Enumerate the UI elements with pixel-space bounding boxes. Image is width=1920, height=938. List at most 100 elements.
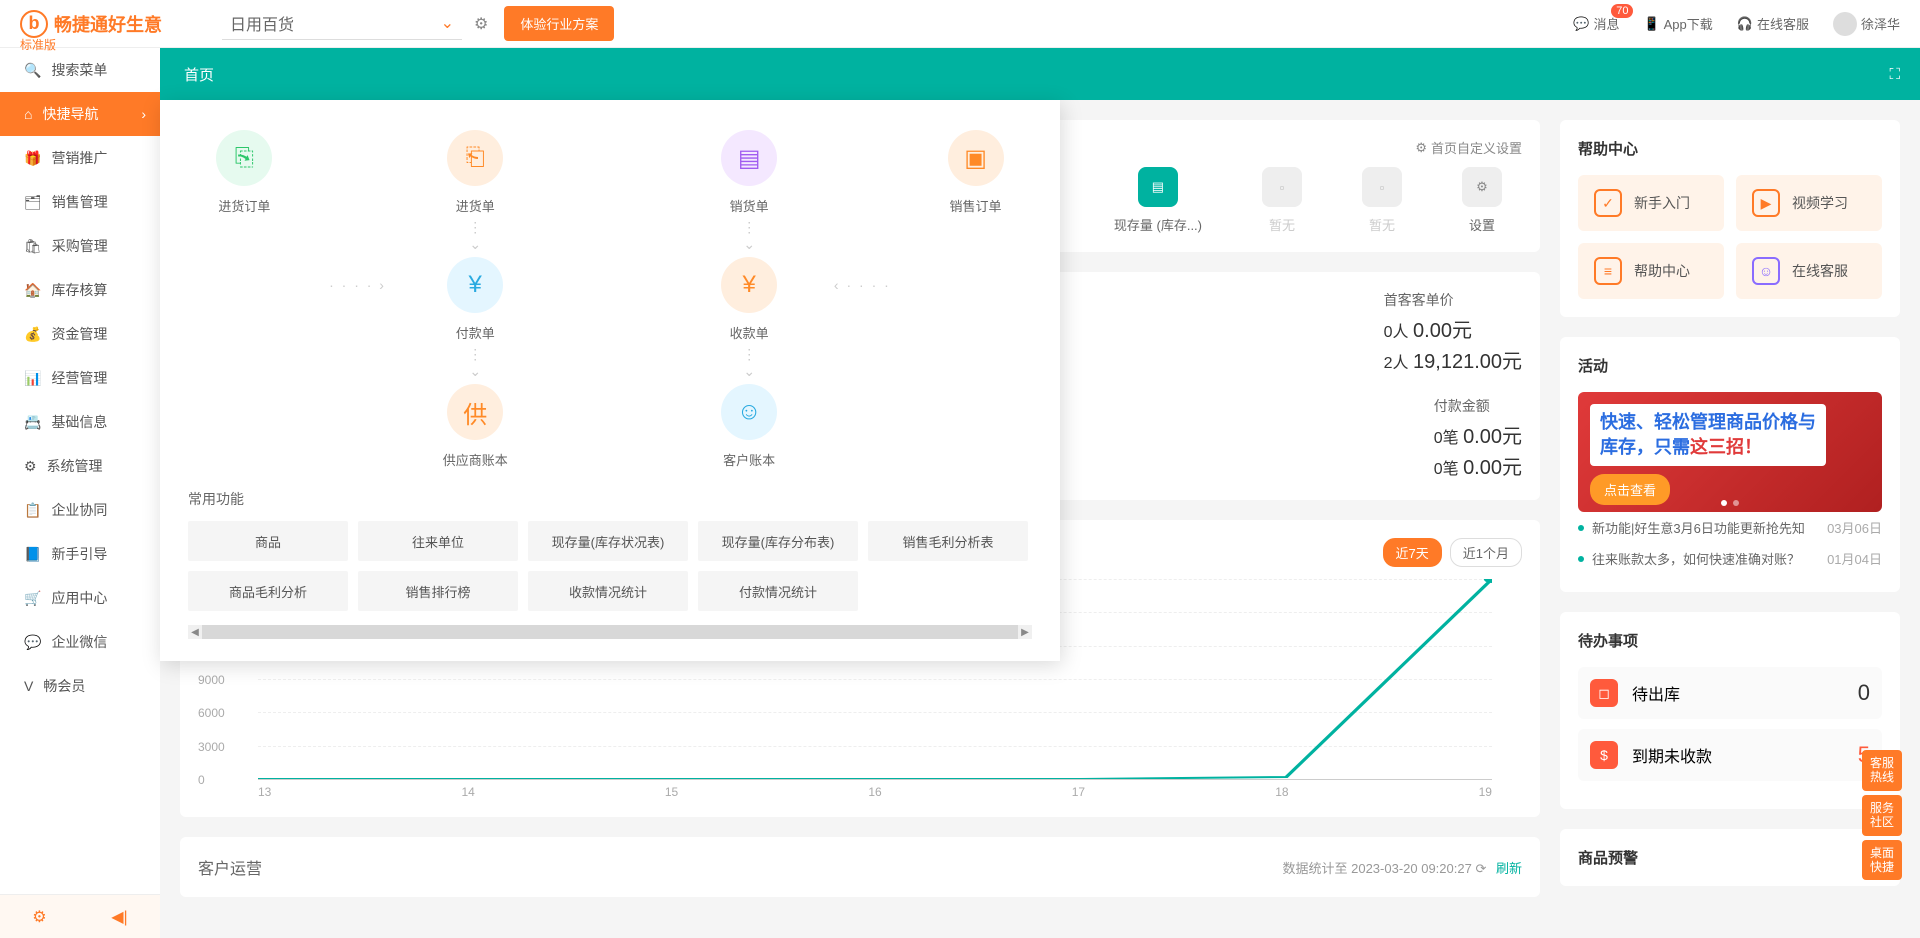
scroll-right-icon[interactable]: ▶ (1018, 625, 1032, 639)
collapse-icon[interactable]: ◀| (111, 907, 127, 927)
side-desktop[interactable]: 桌面 快捷 (1862, 840, 1902, 881)
settings-icon[interactable]: ⚙ (32, 907, 46, 927)
sidebar-item-search[interactable]: 🔍搜索菜单 (0, 48, 160, 92)
fn-stock-distribution[interactable]: 现存量(库存分布表) (698, 521, 858, 561)
headset-icon: ☺ (1752, 257, 1780, 285)
sidebar-item-funds[interactable]: 💰资金管理 (0, 312, 160, 356)
news-item-1[interactable]: 新功能|好生意3月6日功能更新抢先知03月06日 (1578, 512, 1882, 543)
sidebar-item-apps[interactable]: 🛒应用中心 (0, 576, 160, 620)
tile-empty1[interactable]: ▫暂无 (1262, 167, 1302, 234)
chart-tab-1m[interactable]: 近1个月 (1450, 538, 1522, 567)
fn-product-profit[interactable]: 商品毛利分析 (188, 571, 348, 611)
fn-contacts[interactable]: 往来单位 (358, 521, 518, 561)
fn-stock-status[interactable]: 现存量(库存状况表) (528, 521, 688, 561)
news-item-2[interactable]: 往来账款太多，如何快速准确对账？01月04日 (1578, 543, 1882, 574)
tile-settings[interactable]: ⚙设置 (1462, 167, 1502, 234)
industry-value: 日用百货 (230, 11, 294, 35)
sidebar-item-collab[interactable]: 📋企业协同 (0, 488, 160, 532)
promo-banner[interactable]: 快速、轻松管理商品价格与 库存，只需这三招！ 点击查看 (1578, 392, 1882, 512)
search-icon: 🔍 (24, 62, 41, 79)
gear-icon[interactable]: ⚙ (474, 14, 488, 34)
box-icon: ◻ (1590, 679, 1618, 707)
node-purchase[interactable]: ⎗进货单 (447, 130, 503, 215)
order-out-icon: ⎘ (216, 130, 272, 186)
todo-card: 待办事项 ◻待出库0 $到期未收款5 (1560, 612, 1900, 809)
arrow-down-icon: ⋮⌄ (468, 219, 482, 253)
experience-button[interactable]: 体验行业方案 (504, 6, 614, 41)
chevron-right-icon: › (141, 106, 146, 122)
brand-subtitle: 标准版 (20, 36, 56, 53)
refresh-link[interactable]: 刷新 (1496, 861, 1522, 876)
username: 徐泽华 (1861, 14, 1900, 33)
sidebar-item-quicknav[interactable]: ⌂快捷导航› (0, 92, 160, 136)
side-buttons: 客服 热线 服务 社区 桌面 快捷 (1862, 750, 1902, 880)
industry-dropdown[interactable]: 日用百货 ⌄ (222, 8, 462, 40)
brand-text: 畅捷通好生意 (54, 11, 162, 37)
gear-icon: ⚙ (1462, 167, 1502, 207)
fn-payment-stats[interactable]: 付款情况统计 (698, 571, 858, 611)
sidebar-item-wechat[interactable]: 💬企业微信 (0, 620, 160, 664)
fn-product[interactable]: 商品 (188, 521, 348, 561)
side-community[interactable]: 服务 社区 (1862, 795, 1902, 836)
sidebar-item-basic[interactable]: 📇基础信息 (0, 400, 160, 444)
fn-sales-rank[interactable]: 销售排行榜 (358, 571, 518, 611)
node-sales-order[interactable]: ▣销售订单 (948, 130, 1004, 215)
logo-icon: b (20, 10, 48, 38)
card-icon: 📇 (24, 414, 41, 431)
sidebar-footer: ⚙ ◀| (0, 894, 160, 938)
help-service[interactable]: ☺在线客服 (1736, 243, 1882, 299)
doc-icon: ≡ (1594, 257, 1622, 285)
help-beginner[interactable]: ✓新手入门 (1578, 175, 1724, 231)
service-link[interactable]: 🎧 在线客服 (1737, 14, 1809, 33)
node-payment[interactable]: ¥付款单 (447, 257, 503, 342)
node-receipt[interactable]: ¥收款单 (721, 257, 777, 342)
sidebar-item-member[interactable]: V畅会员 (0, 664, 160, 708)
promo-text: 快速、轻松管理商品价格与 库存，只需这三招！ (1590, 404, 1826, 466)
scrollbar-thumb[interactable] (202, 625, 1018, 639)
side-hotline[interactable]: 客服 热线 (1862, 750, 1902, 791)
empty-icon: ▫ (1362, 167, 1402, 207)
order-in-icon: ⎗ (447, 130, 503, 186)
scroll-left-icon[interactable]: ◀ (188, 625, 202, 639)
promo-button[interactable]: 点击查看 (1590, 474, 1670, 505)
download-link[interactable]: 📱 App下载 (1643, 14, 1712, 33)
money-icon: $ (1590, 741, 1618, 769)
todo-receivable[interactable]: $到期未收款5 (1578, 729, 1882, 781)
expand-icon[interactable]: ⛶ (1889, 66, 1900, 83)
node-sales[interactable]: ▤销货单 (721, 130, 777, 215)
gear-icon: ⚙ (24, 458, 37, 475)
sidebar-item-guide[interactable]: 📘新手引导 (0, 532, 160, 576)
sidebar-item-inventory[interactable]: 🏠库存核算 (0, 268, 160, 312)
sidebar-item-business[interactable]: 📊经营管理 (0, 356, 160, 400)
customize-link[interactable]: ⚙首页自定义设置 (1415, 138, 1522, 157)
dot-2[interactable] (1733, 500, 1739, 506)
fn-receipt-stats[interactable]: 收款情况统计 (528, 571, 688, 611)
sidebar: 🔍搜索菜单 ⌂快捷导航› 🎁营销推广 🗂销售管理 🛍采购管理 🏠库存核算 💰资金… (0, 48, 160, 938)
sidebar-item-system[interactable]: ⚙系统管理 (0, 444, 160, 488)
sidebar-item-marketing[interactable]: 🎁营销推广 (0, 136, 160, 180)
todo-title: 待办事项 (1578, 630, 1882, 651)
dot-1[interactable] (1721, 500, 1727, 506)
user-menu[interactable]: 徐泽华 (1833, 12, 1900, 36)
chart-tab-7d[interactable]: 近7天 (1383, 538, 1442, 567)
tab-home[interactable]: 首页 (184, 64, 214, 85)
sidebar-item-sales[interactable]: 🗂销售管理 (0, 180, 160, 224)
node-supplier[interactable]: 供供应商账本 (443, 384, 508, 469)
gift-icon: 🎁 (24, 150, 41, 167)
flyout-scrollbar[interactable]: ◀ ▶ (188, 625, 1032, 639)
bottom-title: 客户运营 (198, 855, 262, 879)
help-video[interactable]: ▶视频学习 (1736, 175, 1882, 231)
messages-link[interactable]: 💬 消息 70 (1573, 14, 1619, 33)
fn-sales-profit[interactable]: 销售毛利分析表 (868, 521, 1028, 561)
tile-empty2[interactable]: ▫暂无 (1362, 167, 1402, 234)
sidebar-item-purchase[interactable]: 🛍采购管理 (0, 224, 160, 268)
warehouse-icon: 🏠 (24, 282, 41, 299)
help-center[interactable]: ≡帮助中心 (1578, 243, 1724, 299)
todo-outbound[interactable]: ◻待出库0 (1578, 667, 1882, 719)
node-purchase-order[interactable]: ⎘进货订单 (216, 130, 272, 215)
node-customer[interactable]: ☺客户账本 (721, 384, 777, 469)
tile-inventory[interactable]: ▤现存量 (库存...) (1114, 167, 1202, 234)
play-icon: ▶ (1752, 189, 1780, 217)
empty-icon: ▫ (1262, 167, 1302, 207)
cart-icon: 🛒 (24, 590, 41, 607)
